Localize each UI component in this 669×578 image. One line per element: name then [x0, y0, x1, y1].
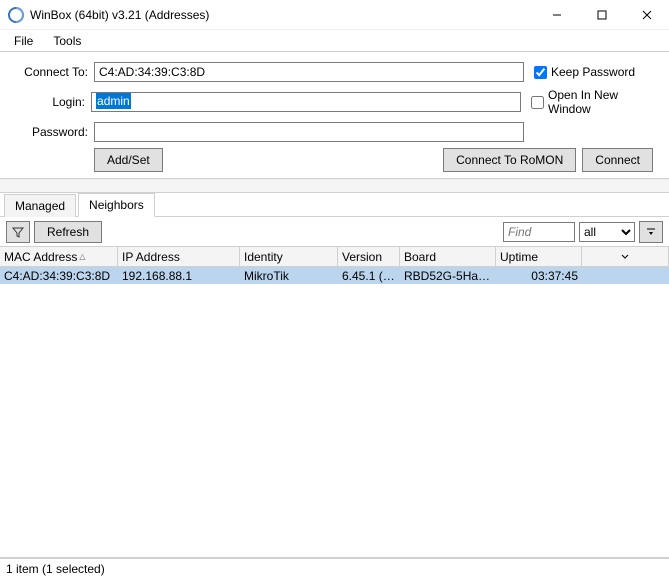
password-input[interactable]	[94, 122, 524, 142]
filter-icon	[11, 225, 25, 239]
titlebar: WinBox (64bit) v3.21 (Addresses)	[0, 0, 669, 30]
connect-button[interactable]: Connect	[582, 148, 653, 172]
window-title: WinBox (64bit) v3.21 (Addresses)	[30, 8, 534, 22]
status-bar: 1 item (1 selected)	[0, 558, 669, 578]
minimize-button[interactable]	[534, 0, 579, 29]
filter-button[interactable]	[6, 221, 30, 243]
column-version[interactable]: Version	[338, 247, 400, 266]
neighbors-table: MAC Address△ IP Address Identity Version…	[0, 247, 669, 558]
cell-board: RBD52G-5HacD2...	[400, 268, 496, 284]
sort-indicator-icon: △	[79, 252, 85, 261]
connect-romon-button[interactable]: Connect To RoMON	[443, 148, 576, 172]
find-input[interactable]	[503, 222, 575, 242]
column-identity[interactable]: Identity	[240, 247, 338, 266]
menu-tools[interactable]: Tools	[45, 32, 89, 50]
close-icon	[642, 10, 652, 20]
keep-password-checkbox[interactable]	[534, 66, 547, 79]
list-toolbar: Refresh all	[0, 217, 669, 247]
column-uptime[interactable]: Uptime	[496, 247, 582, 266]
app-icon	[8, 7, 24, 23]
menu-file[interactable]: File	[6, 32, 41, 50]
table-row[interactable]: C4:AD:34:39:C3:8D 192.168.88.1 MikroTik …	[0, 267, 669, 284]
chevron-down-icon	[621, 253, 629, 261]
keep-password-label: Keep Password	[551, 65, 635, 79]
tab-neighbors[interactable]: Neighbors	[78, 193, 155, 217]
window-controls	[534, 0, 669, 29]
password-label: Password:	[10, 125, 88, 139]
minimize-icon	[552, 10, 562, 20]
cell-identity: MikroTik	[240, 268, 338, 284]
new-window-label: Open In New Window	[548, 88, 659, 116]
column-board[interactable]: Board	[400, 247, 496, 266]
table-body[interactable]: C4:AD:34:39:C3:8D 192.168.88.1 MikroTik …	[0, 267, 669, 557]
refresh-button[interactable]: Refresh	[34, 221, 102, 243]
cell-uptime: 03:37:45	[496, 268, 582, 284]
connect-to-input[interactable]	[94, 62, 524, 82]
login-label: Login:	[10, 95, 85, 109]
dropdown-icon	[646, 227, 656, 237]
cell-version: 6.45.1 (st...	[338, 268, 400, 284]
connect-to-label: Connect To:	[10, 65, 88, 79]
column-mac[interactable]: MAC Address△	[0, 247, 118, 266]
filter-select[interactable]: all	[579, 222, 635, 242]
maximize-button[interactable]	[579, 0, 624, 29]
table-header: MAC Address△ IP Address Identity Version…	[0, 247, 669, 267]
login-input[interactable]	[91, 92, 521, 112]
close-button[interactable]	[624, 0, 669, 29]
add-set-button[interactable]: Add/Set	[94, 148, 163, 172]
maximize-icon	[597, 10, 607, 20]
connection-form: Connect To: Keep Password Login: admin O…	[0, 52, 669, 179]
splitter[interactable]	[0, 179, 669, 193]
menu-bar: File Tools	[0, 30, 669, 52]
column-ip[interactable]: IP Address	[118, 247, 240, 266]
cell-mac: C4:AD:34:39:C3:8D	[0, 268, 118, 284]
cell-ip: 192.168.88.1	[118, 268, 240, 284]
tab-bar: Managed Neighbors	[0, 193, 669, 217]
new-window-checkbox[interactable]	[531, 96, 544, 109]
tab-managed[interactable]: Managed	[4, 194, 76, 217]
columns-button[interactable]	[639, 221, 663, 243]
status-text: 1 item (1 selected)	[6, 562, 105, 576]
column-menu[interactable]	[582, 247, 669, 266]
